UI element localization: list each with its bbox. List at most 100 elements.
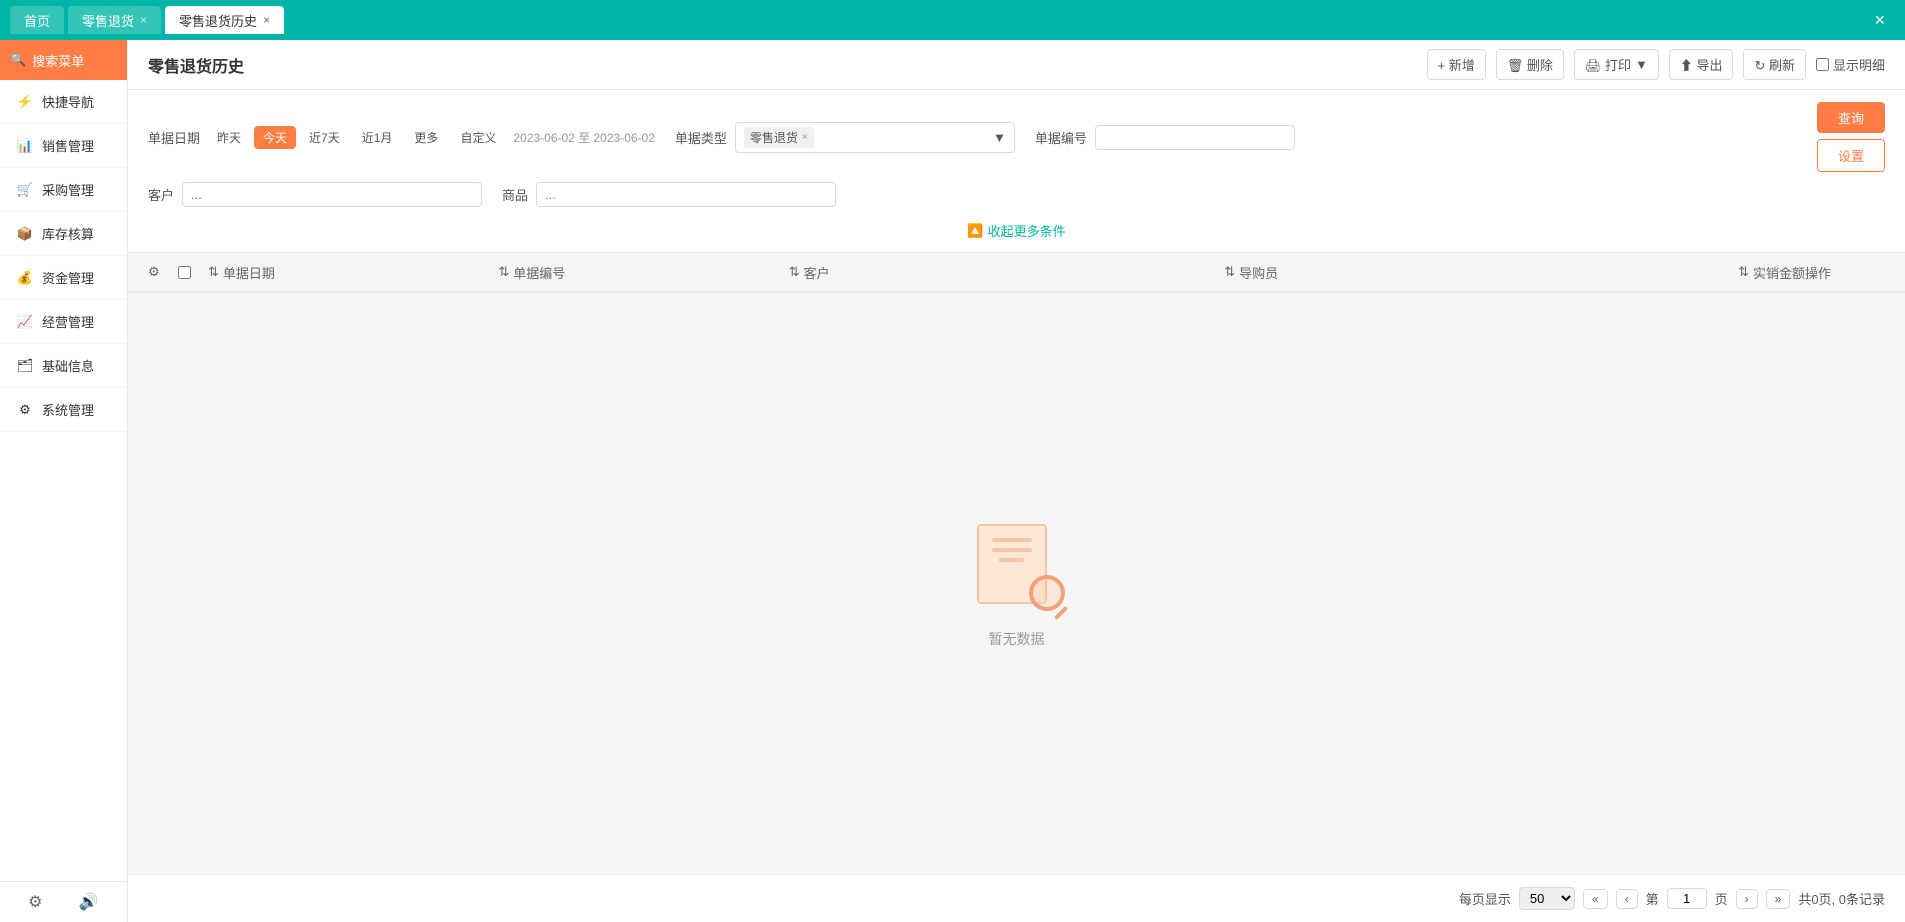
tab-home[interactable]: 首页: [10, 6, 64, 34]
col-checkbox-header: [178, 266, 208, 279]
sidebar-item-quick-nav[interactable]: ⚡ 快捷导航: [0, 80, 127, 124]
main-content: 零售退货历史 + 新增 🗑 删除 🖨 打印 ▼ ⬆ 导出 ↻ 刷新 显示明细: [128, 40, 1905, 922]
new-button[interactable]: + 新增: [1427, 49, 1486, 80]
purchase-icon: 🛒: [16, 181, 34, 199]
tab-retail-return[interactable]: 零售退货 ×: [68, 6, 161, 34]
type-tag: 零售退货 ×: [744, 127, 814, 148]
collapse-text: 收起更多条件: [988, 221, 1066, 240]
type-filter-select[interactable]: 零售退货 × ▼: [735, 122, 1015, 153]
print-dropdown-icon: ▼: [1635, 57, 1648, 72]
sales-icon: 📊: [16, 137, 34, 155]
page-next-button[interactable]: ›: [1736, 889, 1758, 909]
sidebar-item-basic-info[interactable]: 🗂 基础信息: [0, 344, 127, 388]
filter-buttons: 查询 设置: [1817, 102, 1885, 172]
col-date-sort-icon[interactable]: ⇅: [208, 264, 219, 280]
date-btn-1month[interactable]: 近1月: [353, 126, 402, 149]
collapse-button[interactable]: 🔼 收起更多条件: [967, 221, 1065, 240]
query-button[interactable]: 查询: [1817, 102, 1885, 133]
page-input-prefix: 第: [1646, 889, 1659, 908]
window-controls: ×: [1864, 6, 1895, 35]
type-tag-value: 零售退货: [750, 129, 798, 146]
type-dropdown-icon: ▼: [993, 130, 1006, 145]
per-page-select[interactable]: 50 100 200: [1519, 887, 1575, 910]
sidebar-item-inventory-label: 库存核算: [42, 224, 94, 243]
set-button[interactable]: 设置: [1817, 139, 1885, 172]
date-range-buttons: 昨天 今天 近7天 近1月 更多 自定义: [208, 126, 505, 149]
order-no-input[interactable]: [1095, 125, 1295, 150]
empty-text: 暂无数据: [989, 629, 1045, 649]
page-prev-button[interactable]: ‹: [1616, 889, 1638, 909]
header-actions: + 新增 🗑 删除 🖨 打印 ▼ ⬆ 导出 ↻ 刷新 显示明细: [1427, 49, 1886, 80]
sidebar-item-sales[interactable]: 📊 销售管理: [0, 124, 127, 168]
type-tag-close[interactable]: ×: [802, 132, 808, 143]
sidebar-bottom: ⚙ 🔊: [0, 881, 127, 922]
sidebar-item-basic-info-label: 基础信息: [42, 356, 94, 375]
sidebar-search[interactable]: 🔍 搜索菜单: [0, 40, 127, 80]
refresh-button[interactable]: ↻ 刷新: [1743, 49, 1806, 80]
select-all-checkbox[interactable]: [178, 266, 191, 279]
date-btn-7days[interactable]: 近7天: [300, 126, 349, 149]
tab-retail-return-close[interactable]: ×: [140, 13, 147, 27]
filter-area: 单据日期 昨天 今天 近7天 近1月 更多 自定义 2023-06-02 至 2…: [128, 90, 1905, 253]
page-header: 零售退货历史 + 新增 🗑 删除 🖨 打印 ▼ ⬆ 导出 ↻ 刷新 显示明细: [128, 40, 1905, 90]
empty-state: 暂无数据: [128, 293, 1905, 874]
sidebar-item-finance-label: 资金管理: [42, 268, 94, 287]
col-guide-sort-icon[interactable]: ⇅: [1224, 264, 1235, 280]
inventory-icon: 📦: [16, 225, 34, 243]
empty-illustration: [967, 519, 1067, 619]
pagination: 每页显示 50 100 200 « ‹ 第 页 › » 共0页, 0条记录: [128, 874, 1905, 922]
date-filter-label: 单据日期: [148, 128, 200, 147]
sidebar-item-sales-label: 销售管理: [42, 136, 94, 155]
customer-input[interactable]: [182, 182, 482, 207]
date-btn-today[interactable]: 今天: [254, 126, 296, 149]
sidebar-item-purchase-label: 采购管理: [42, 180, 94, 199]
collapse-up-icon: 🔼: [967, 223, 983, 239]
sidebar-search-label: 搜索菜单: [32, 51, 84, 70]
col-settings: ⚙: [148, 264, 178, 280]
finance-icon: 💰: [16, 269, 34, 287]
col-guide-header: ⇅ 导购员: [1224, 263, 1514, 282]
sidebar-settings-btn[interactable]: ⚙: [28, 892, 42, 912]
col-amount-sort-icon[interactable]: ⇅: [1738, 264, 1749, 280]
order-no-filter: 单据编号: [1035, 125, 1295, 150]
sidebar: 🔍 搜索菜单 ⚡ 快捷导航 📊 销售管理 🛒 采购管理 📦 库存核算 💰 资金管…: [0, 40, 128, 922]
page-first-button[interactable]: «: [1583, 889, 1608, 909]
goods-filter: 商品: [502, 182, 836, 207]
per-page-label: 每页显示: [1459, 889, 1511, 908]
window-close-button[interactable]: ×: [1864, 6, 1895, 35]
date-btn-yesterday[interactable]: 昨天: [208, 126, 250, 149]
search-icon: 🔍: [10, 52, 26, 68]
tab-retail-return-history[interactable]: 零售退货历史 ×: [165, 6, 284, 34]
date-range-text: 2023-06-02 至 2023-06-02: [513, 129, 654, 146]
page-summary: 共0页, 0条记录: [1798, 889, 1885, 908]
sidebar-item-purchase[interactable]: 🛒 采购管理: [0, 168, 127, 212]
sidebar-sound-btn[interactable]: 🔊: [79, 892, 99, 912]
export-button[interactable]: ⬆ 导出: [1669, 49, 1734, 80]
sidebar-item-finance[interactable]: 💰 资金管理: [0, 256, 127, 300]
type-filter: 单据类型 零售退货 × ▼: [675, 122, 1015, 153]
date-btn-custom[interactable]: 自定义: [451, 126, 505, 149]
print-label: 🖨 打印: [1585, 55, 1631, 74]
col-order-sort-icon[interactable]: ⇅: [498, 264, 509, 280]
settings-col-icon[interactable]: ⚙: [148, 264, 160, 280]
operations-icon: 📈: [16, 313, 34, 331]
delete-button[interactable]: 🗑 删除: [1496, 49, 1564, 80]
col-date-header: ⇅ 单据日期: [208, 263, 498, 282]
tab-retail-return-history-close[interactable]: ×: [263, 13, 270, 27]
sidebar-item-system[interactable]: ⚙ 系统管理: [0, 388, 127, 432]
page-number-input[interactable]: [1667, 888, 1707, 909]
col-action-label: 操作: [1805, 263, 1831, 282]
goods-input[interactable]: [536, 182, 836, 207]
show-detail-checkbox[interactable]: [1816, 58, 1829, 71]
sidebar-item-operations[interactable]: 📈 经营管理: [0, 300, 127, 344]
date-btn-more[interactable]: 更多: [405, 126, 447, 149]
page-last-button[interactable]: »: [1766, 889, 1791, 909]
show-detail-text: 显示明细: [1833, 55, 1885, 74]
col-action-header: 操作: [1805, 263, 1885, 282]
col-date-label: 单据日期: [223, 263, 275, 282]
top-bar: 首页 零售退货 × 零售退货历史 × ×: [0, 0, 1905, 40]
sidebar-item-inventory[interactable]: 📦 库存核算: [0, 212, 127, 256]
print-button[interactable]: 🖨 打印 ▼: [1574, 49, 1659, 80]
sidebar-item-quick-nav-label: 快捷导航: [42, 92, 94, 111]
col-customer-sort-icon[interactable]: ⇅: [789, 264, 800, 280]
